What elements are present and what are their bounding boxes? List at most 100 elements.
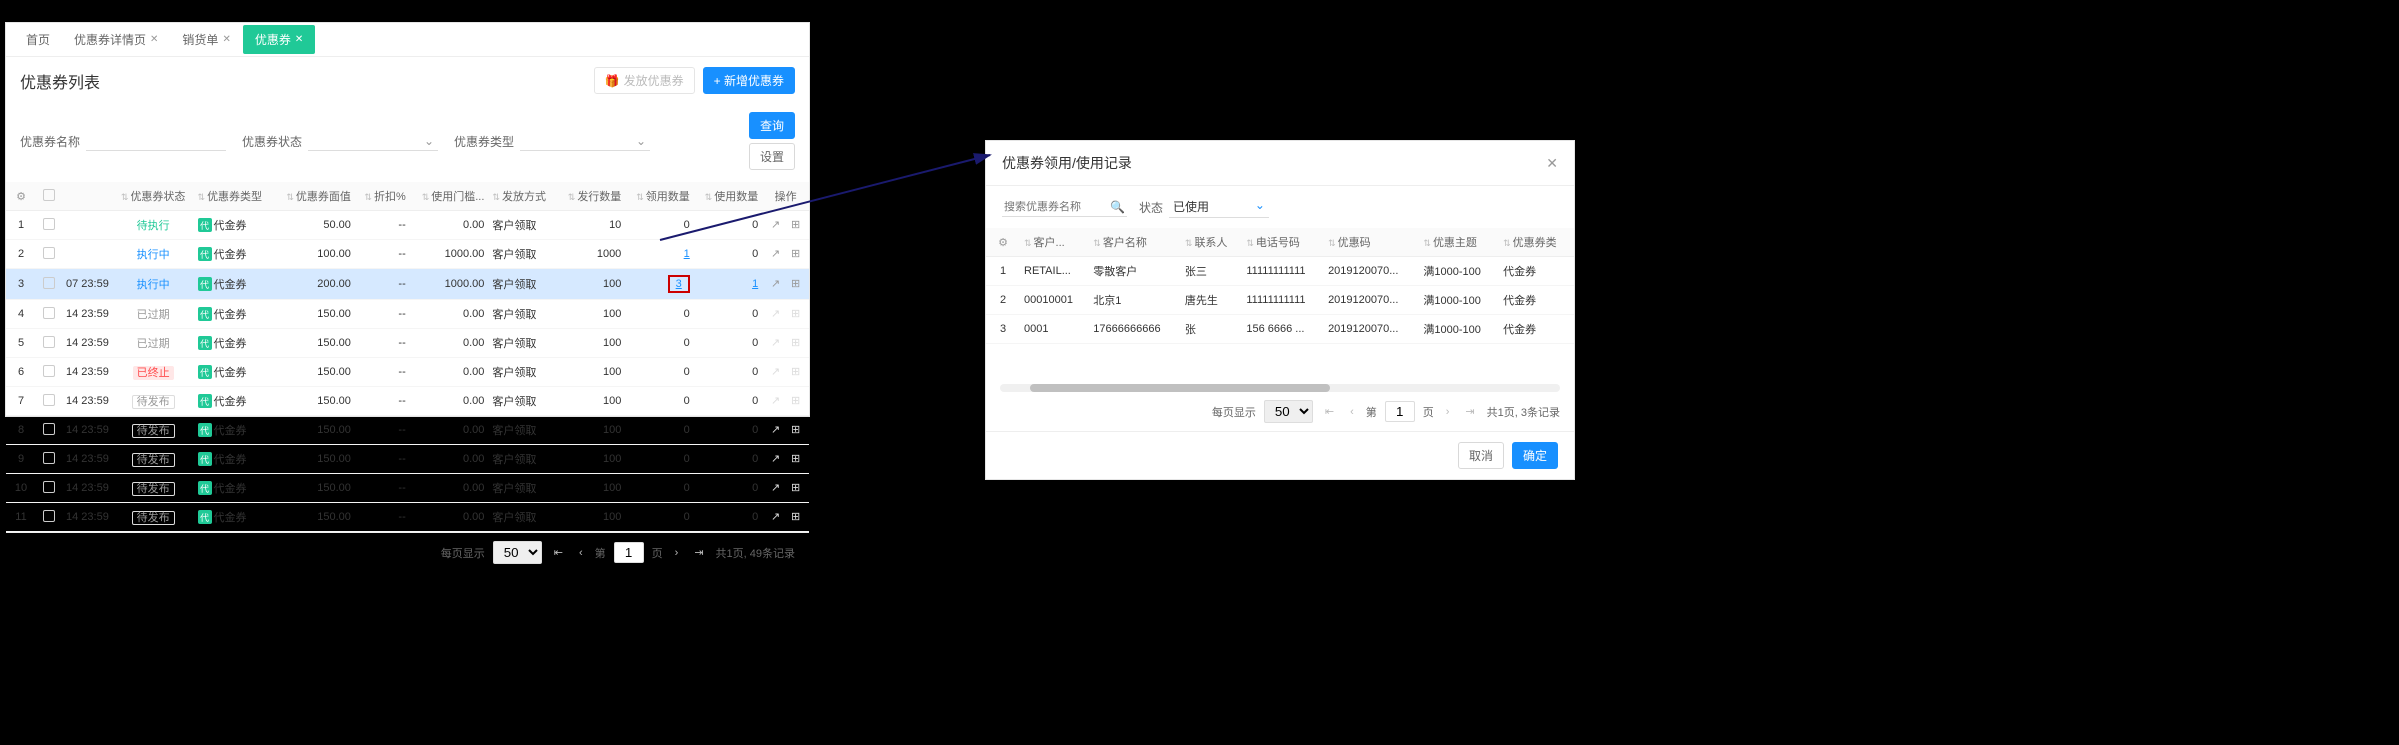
prev-page-icon[interactable]: ‹	[575, 547, 587, 559]
table-row[interactable]: 10 14 23:59 待发布 代代金券 150.00 -- 0.00 客户领取…	[6, 474, 809, 503]
share-icon: ↗	[769, 365, 783, 379]
row-checkbox[interactable]	[43, 365, 55, 377]
table-row[interactable]: 1 待执行 代代金券 50.00 -- 0.00 客户领取 10 0 0 ↗⊞	[6, 211, 809, 240]
sort-icon[interactable]: ⇅	[364, 192, 372, 203]
sort-icon[interactable]: ⇅	[1423, 238, 1431, 249]
table-row[interactable]: 4 14 23:59 已过期 代代金券 150.00 -- 0.00 客户领取 …	[6, 300, 809, 329]
voucher-icon: 代	[198, 336, 212, 350]
sort-icon[interactable]: ⇅	[1185, 238, 1193, 249]
gear-icon[interactable]: ⚙	[998, 237, 1008, 249]
last-page-icon[interactable]: ⇥	[1461, 405, 1478, 418]
qrcode-icon[interactable]: ⊞	[789, 218, 803, 232]
table-row[interactable]: 8 14 23:59 待发布 代代金券 150.00 -- 0.00 客户领取 …	[6, 416, 809, 445]
qrcode-icon[interactable]: ⊞	[789, 247, 803, 261]
sort-icon[interactable]: ⇅	[422, 192, 430, 203]
row-checkbox[interactable]	[43, 247, 55, 259]
sort-icon[interactable]: ⇅	[198, 192, 206, 203]
table-row[interactable]: 1 RETAIL... 零散客户 张三 11111111111 20191200…	[986, 257, 1574, 286]
close-icon[interactable]: ✕	[295, 34, 303, 45]
row-checkbox[interactable]	[43, 336, 55, 348]
voucher-icon: 代	[198, 452, 212, 466]
status-badge: 待执行	[137, 220, 170, 232]
voucher-icon: 代	[198, 277, 212, 291]
settings-button[interactable]: 设置	[749, 143, 795, 170]
first-page-icon[interactable]: ⇤	[550, 546, 567, 559]
first-page-icon[interactable]: ⇤	[1321, 405, 1338, 418]
tab-优惠券[interactable]: 优惠券✕	[243, 25, 315, 54]
page-number-input[interactable]	[614, 542, 644, 563]
tab-首页[interactable]: 首页	[14, 25, 62, 54]
table-row[interactable]: 6 14 23:59 已终止 代代金券 150.00 -- 0.00 客户领取 …	[6, 358, 809, 387]
status-badge: 待发布	[132, 395, 175, 409]
last-page-icon[interactable]: ⇥	[690, 546, 707, 559]
close-icon[interactable]: ✕	[1546, 155, 1558, 172]
use-count-link[interactable]: 1	[752, 278, 758, 290]
prev-page-icon[interactable]: ‹	[1346, 406, 1358, 418]
confirm-button[interactable]: 确定	[1512, 442, 1558, 469]
table-row[interactable]: 2 执行中 代代金券 100.00 -- 1000.00 客户领取 1000 1…	[6, 240, 809, 269]
qrcode-icon: ⊞	[789, 336, 803, 350]
table-row[interactable]: 3 0001 17666666666 张 156 6666 ... 201912…	[986, 315, 1574, 344]
row-checkbox[interactable]	[43, 481, 55, 493]
search-icon[interactable]: 🔍	[1110, 200, 1125, 214]
cancel-button[interactable]: 取消	[1458, 442, 1504, 469]
page-size-select[interactable]: 50	[493, 541, 542, 564]
select-all-checkbox[interactable]	[43, 189, 55, 201]
receive-count-link[interactable]: 1	[684, 248, 690, 260]
query-button[interactable]: 查询	[749, 112, 795, 139]
row-checkbox[interactable]	[43, 452, 55, 464]
filter-type-select[interactable]: ⌄	[520, 132, 650, 151]
row-checkbox[interactable]	[43, 423, 55, 435]
distribute-coupon-button[interactable]: 🎁发放优惠券	[594, 67, 695, 94]
sort-icon[interactable]: ⇅	[568, 192, 576, 203]
sort-icon[interactable]: ⇅	[705, 192, 713, 203]
share-icon[interactable]: ↗	[769, 247, 783, 261]
horizontal-scrollbar[interactable]	[1000, 384, 1560, 392]
receive-count-link[interactable]: 3	[676, 278, 682, 290]
table-row[interactable]: 11 14 23:59 待发布 代代金券 150.00 -- 0.00 客户领取…	[6, 503, 809, 532]
table-row[interactable]: 2 00010001 北京1 唐先生 11111111111 201912007…	[986, 286, 1574, 315]
tab-优惠券详情页[interactable]: 优惠券详情页✕	[62, 25, 170, 54]
filter-name-input[interactable]	[86, 131, 226, 151]
voucher-icon: 代	[198, 423, 212, 437]
modal-page-input[interactable]	[1385, 401, 1415, 422]
qrcode-icon: ⊞	[789, 307, 803, 321]
sort-icon[interactable]: ⇅	[1024, 238, 1032, 249]
modal-search-input[interactable]: 🔍	[1002, 198, 1127, 217]
sort-icon[interactable]: ⇅	[1328, 238, 1336, 249]
sort-icon[interactable]: ⇅	[1093, 238, 1101, 249]
sort-icon[interactable]: ⇅	[1246, 238, 1254, 249]
sort-icon[interactable]: ⇅	[121, 192, 129, 203]
usage-table: ⚙ ⇅客户... ⇅客户名称 ⇅联系人 ⇅电话号码 ⇅优惠码 ⇅优惠主题 ⇅优惠…	[986, 228, 1574, 344]
row-checkbox[interactable]	[43, 277, 55, 289]
share-icon[interactable]: ↗	[769, 277, 783, 291]
sort-icon[interactable]: ⇅	[492, 192, 500, 203]
row-checkbox[interactable]	[43, 307, 55, 319]
qrcode-icon[interactable]: ⊞	[789, 277, 803, 291]
table-row[interactable]: 9 14 23:59 待发布 代代金券 150.00 -- 0.00 客户领取 …	[6, 445, 809, 474]
share-icon[interactable]: ↗	[769, 218, 783, 232]
row-checkbox[interactable]	[43, 218, 55, 230]
modal-page-size-select[interactable]: 50	[1264, 400, 1313, 423]
table-row[interactable]: 3 07 23:59 执行中 代代金券 200.00 -- 1000.00 客户…	[6, 269, 809, 300]
sort-icon[interactable]: ⇅	[1503, 238, 1511, 249]
sort-icon[interactable]: ⇅	[636, 192, 644, 203]
share-icon: ↗	[769, 336, 783, 350]
close-icon[interactable]: ✕	[222, 34, 230, 45]
next-page-icon[interactable]: ›	[671, 547, 683, 559]
row-checkbox[interactable]	[43, 510, 55, 522]
table-row[interactable]: 5 14 23:59 已过期 代代金券 150.00 -- 0.00 客户领取 …	[6, 329, 809, 358]
tab-销货单[interactable]: 销货单✕	[170, 25, 242, 54]
close-icon[interactable]: ✕	[150, 34, 158, 45]
next-page-icon[interactable]: ›	[1442, 406, 1454, 418]
table-row[interactable]: 7 14 23:59 待发布 代代金券 150.00 -- 0.00 客户领取 …	[6, 387, 809, 416]
qrcode-icon: ⊞	[789, 365, 803, 379]
share-icon: ↗	[769, 394, 783, 408]
modal-status-select[interactable]: 已使用 ⌄	[1169, 196, 1269, 218]
add-coupon-button[interactable]: + 新增优惠券	[703, 67, 795, 94]
share-icon: ↗	[769, 423, 783, 437]
gear-icon[interactable]: ⚙	[16, 191, 26, 203]
row-checkbox[interactable]	[43, 394, 55, 406]
filter-status-select[interactable]: ⌄	[308, 132, 438, 151]
sort-icon[interactable]: ⇅	[286, 192, 294, 203]
